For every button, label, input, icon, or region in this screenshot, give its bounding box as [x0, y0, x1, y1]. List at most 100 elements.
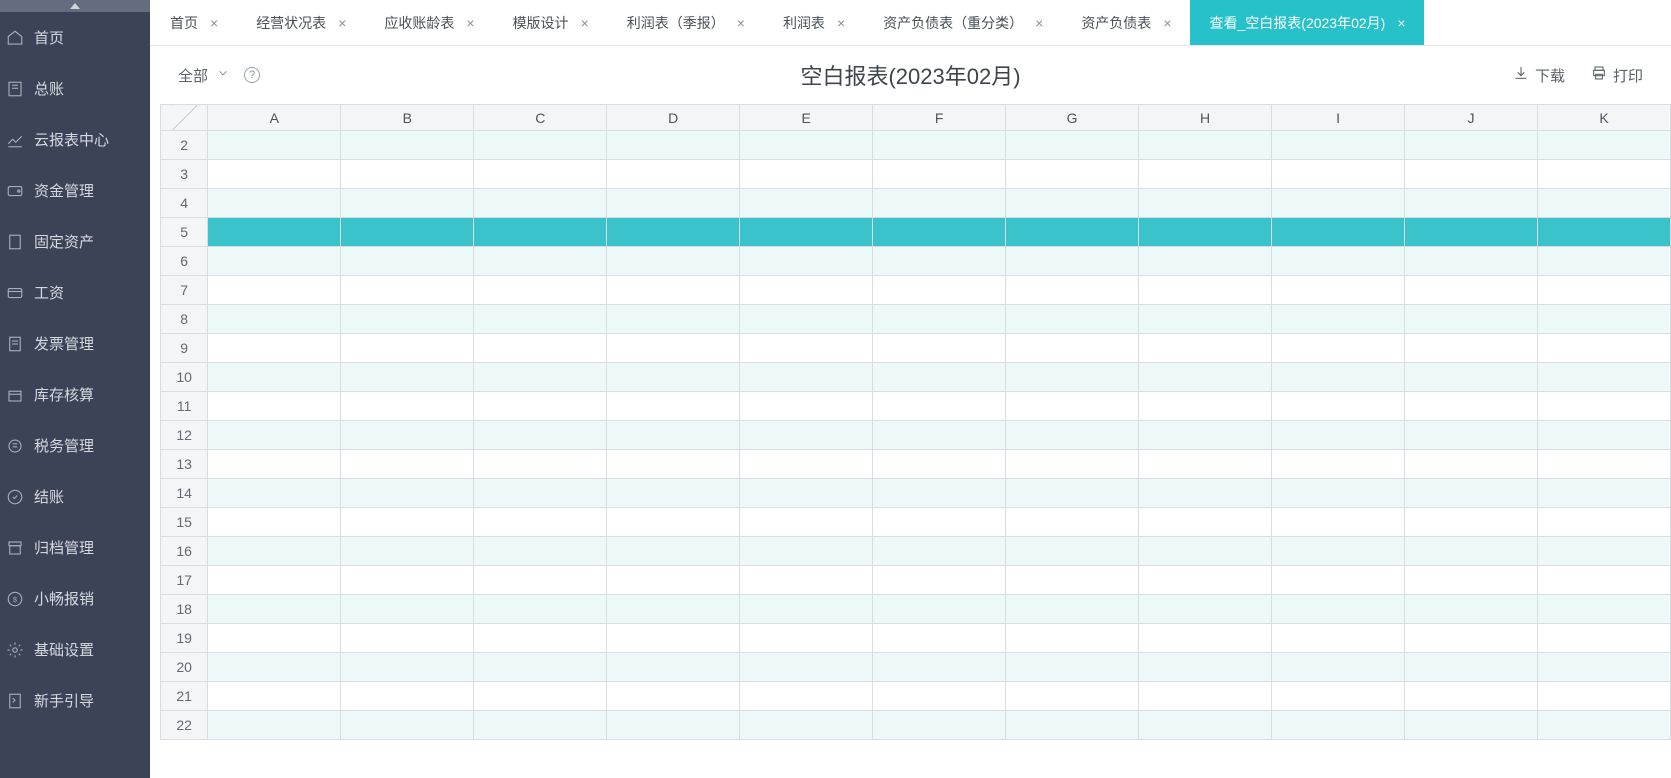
cell-J7[interactable]	[1405, 276, 1538, 305]
cell-J19[interactable]	[1405, 624, 1538, 653]
cell-J13[interactable]	[1405, 450, 1538, 479]
cell-E12[interactable]	[740, 421, 873, 450]
cell-D4[interactable]	[607, 189, 740, 218]
cell-E7[interactable]	[740, 276, 873, 305]
cell-D22[interactable]	[607, 711, 740, 740]
cell-D12[interactable]	[607, 421, 740, 450]
cell-J21[interactable]	[1405, 682, 1538, 711]
cell-H14[interactable]	[1139, 479, 1272, 508]
cell-C14[interactable]	[474, 479, 607, 508]
cell-E6[interactable]	[740, 247, 873, 276]
sidebar-item-5[interactable]: 工资	[0, 267, 150, 318]
cell-E15[interactable]	[740, 508, 873, 537]
close-icon[interactable]: ×	[1161, 14, 1173, 32]
cell-G16[interactable]	[1006, 537, 1139, 566]
sidebar-item-13[interactable]: 新手引导	[0, 675, 150, 726]
cell-G12[interactable]	[1006, 421, 1139, 450]
cell-H9[interactable]	[1139, 334, 1272, 363]
cell-B20[interactable]	[341, 653, 474, 682]
close-icon[interactable]: ×	[735, 14, 747, 32]
cell-G8[interactable]	[1006, 305, 1139, 334]
close-icon[interactable]: ×	[208, 14, 220, 32]
cell-F6[interactable]	[873, 247, 1006, 276]
cell-B14[interactable]	[341, 479, 474, 508]
cell-A6[interactable]	[208, 247, 341, 276]
cell-J11[interactable]	[1405, 392, 1538, 421]
row-header-4[interactable]: 4	[161, 189, 208, 218]
row-header-5[interactable]: 5	[161, 218, 208, 247]
cell-H20[interactable]	[1139, 653, 1272, 682]
cell-G17[interactable]	[1006, 566, 1139, 595]
row-header-20[interactable]: 20	[161, 653, 208, 682]
cell-H10[interactable]	[1139, 363, 1272, 392]
cell-I21[interactable]	[1272, 682, 1405, 711]
cell-B8[interactable]	[341, 305, 474, 334]
cell-A16[interactable]	[208, 537, 341, 566]
cell-K22[interactable]	[1538, 711, 1671, 740]
cell-E21[interactable]	[740, 682, 873, 711]
sidebar-item-1[interactable]: 总账	[0, 63, 150, 114]
col-header-C[interactable]: C	[474, 105, 607, 131]
row-header-15[interactable]: 15	[161, 508, 208, 537]
cell-B21[interactable]	[341, 682, 474, 711]
cell-B11[interactable]	[341, 392, 474, 421]
cell-F16[interactable]	[873, 537, 1006, 566]
row-header-6[interactable]: 6	[161, 247, 208, 276]
col-header-J[interactable]: J	[1405, 105, 1538, 131]
cell-I4[interactable]	[1272, 189, 1405, 218]
cell-K14[interactable]	[1538, 479, 1671, 508]
cell-C19[interactable]	[474, 624, 607, 653]
col-header-F[interactable]: F	[873, 105, 1006, 131]
col-header-K[interactable]: K	[1538, 105, 1671, 131]
row-header-12[interactable]: 12	[161, 421, 208, 450]
cell-A3[interactable]	[208, 160, 341, 189]
cell-A17[interactable]	[208, 566, 341, 595]
close-icon[interactable]: ×	[336, 14, 348, 32]
print-button[interactable]: 打印	[1591, 65, 1643, 86]
cell-H11[interactable]	[1139, 392, 1272, 421]
cell-J17[interactable]	[1405, 566, 1538, 595]
row-header-13[interactable]: 13	[161, 450, 208, 479]
cell-J20[interactable]	[1405, 653, 1538, 682]
cell-B3[interactable]	[341, 160, 474, 189]
cell-A18[interactable]	[208, 595, 341, 624]
cell-H4[interactable]	[1139, 189, 1272, 218]
cell-H3[interactable]	[1139, 160, 1272, 189]
help-icon[interactable]: ?	[244, 67, 260, 83]
cell-J16[interactable]	[1405, 537, 1538, 566]
cell-D18[interactable]	[607, 595, 740, 624]
cell-K20[interactable]	[1538, 653, 1671, 682]
tab-5[interactable]: 利润表×	[763, 0, 863, 45]
row-header-22[interactable]: 22	[161, 711, 208, 740]
cell-I5[interactable]	[1272, 218, 1405, 247]
tab-4[interactable]: 利润表（季报）×	[607, 0, 763, 45]
cell-B22[interactable]	[341, 711, 474, 740]
cell-K18[interactable]	[1538, 595, 1671, 624]
col-header-E[interactable]: E	[740, 105, 873, 131]
cell-I8[interactable]	[1272, 305, 1405, 334]
cell-C21[interactable]	[474, 682, 607, 711]
cell-I17[interactable]	[1272, 566, 1405, 595]
cell-E16[interactable]	[740, 537, 873, 566]
cell-G7[interactable]	[1006, 276, 1139, 305]
cell-G14[interactable]	[1006, 479, 1139, 508]
cell-G5[interactable]	[1006, 218, 1139, 247]
cell-G3[interactable]	[1006, 160, 1139, 189]
cell-D3[interactable]	[607, 160, 740, 189]
cell-G11[interactable]	[1006, 392, 1139, 421]
sidebar-item-7[interactable]: 库存核算	[0, 369, 150, 420]
tab-8[interactable]: 查看_空白报表(2023年02月)×	[1190, 0, 1424, 45]
cell-C5[interactable]	[474, 218, 607, 247]
cell-H13[interactable]	[1139, 450, 1272, 479]
cell-A5[interactable]	[208, 218, 341, 247]
cell-F12[interactable]	[873, 421, 1006, 450]
cell-B16[interactable]	[341, 537, 474, 566]
close-icon[interactable]: ×	[1395, 14, 1407, 32]
cell-J4[interactable]	[1405, 189, 1538, 218]
filter-dropdown[interactable]: 全部 ?	[178, 65, 260, 86]
cell-B4[interactable]	[341, 189, 474, 218]
row-header-2[interactable]: 2	[161, 131, 208, 160]
cell-D21[interactable]	[607, 682, 740, 711]
cell-B9[interactable]	[341, 334, 474, 363]
cell-E2[interactable]	[740, 131, 873, 160]
